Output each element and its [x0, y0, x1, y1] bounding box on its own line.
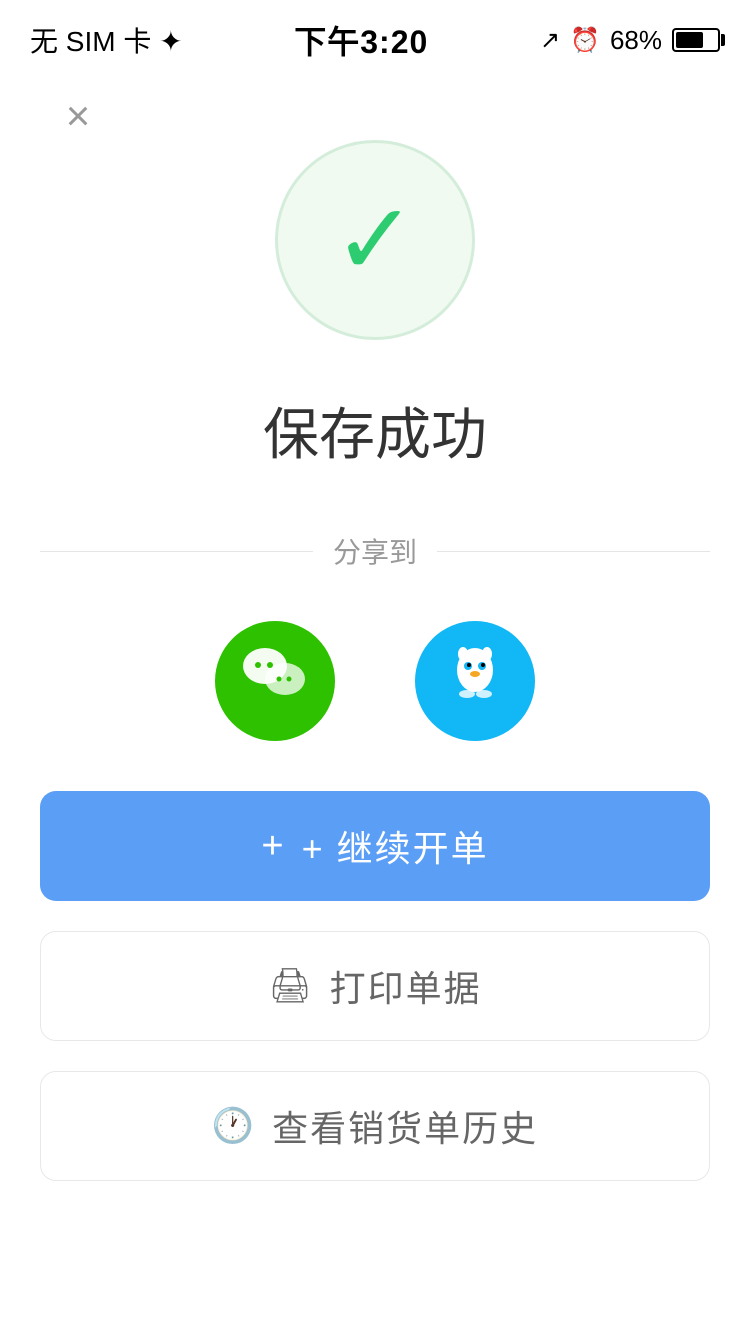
clock-icon: 🕐 — [212, 1106, 254, 1146]
wechat-icon — [240, 644, 310, 718]
share-divider: 分享到 — [40, 531, 710, 571]
success-title: 保存成功 — [263, 390, 487, 471]
continue-button[interactable]: + + 继续开单 — [40, 791, 710, 901]
status-time: 下午3:20 — [294, 17, 428, 63]
main-content: ✓ 保存成功 分享到 — [0, 80, 750, 1181]
share-label: 分享到 — [333, 531, 417, 571]
battery-percent: 68% — [610, 25, 662, 56]
sim-status: 无 SIM 卡 ✦ — [30, 20, 183, 60]
divider-left — [40, 551, 313, 552]
actions-section: + + 继续开单 🖨 打印单据 🕐 查看销货单历史 — [0, 791, 750, 1181]
success-circle: ✓ — [275, 140, 475, 340]
printer-icon: 🖨 — [268, 966, 311, 1006]
share-icons — [40, 621, 710, 741]
print-label: 打印单据 — [330, 960, 482, 1012]
close-icon: × — [66, 95, 91, 137]
location-icon: ↗ — [540, 26, 560, 55]
continue-label: + 继续开单 — [302, 820, 489, 872]
history-button[interactable]: 🕐 查看销货单历史 — [40, 1071, 710, 1181]
plus-icon: + — [261, 825, 283, 868]
alarm-icon: ⏰ — [570, 26, 600, 55]
qq-share-button[interactable] — [415, 621, 535, 741]
print-button[interactable]: 🖨 打印单据 — [40, 931, 710, 1041]
checkmark-icon: ✓ — [333, 190, 417, 290]
divider-right — [437, 551, 710, 552]
status-bar: 无 SIM 卡 ✦ 下午3:20 ↗ ⏰ 68% — [0, 0, 750, 80]
battery-fill — [676, 32, 703, 48]
wechat-share-button[interactable] — [215, 621, 335, 741]
close-button[interactable]: × — [50, 88, 106, 144]
history-label: 查看销货单历史 — [272, 1100, 538, 1152]
qq-icon — [443, 642, 508, 721]
status-right: ↗ ⏰ 68% — [540, 25, 720, 56]
battery-icon — [672, 28, 720, 52]
status-left: 无 SIM 卡 ✦ — [30, 20, 183, 60]
share-section: 分享到 — [0, 531, 750, 741]
